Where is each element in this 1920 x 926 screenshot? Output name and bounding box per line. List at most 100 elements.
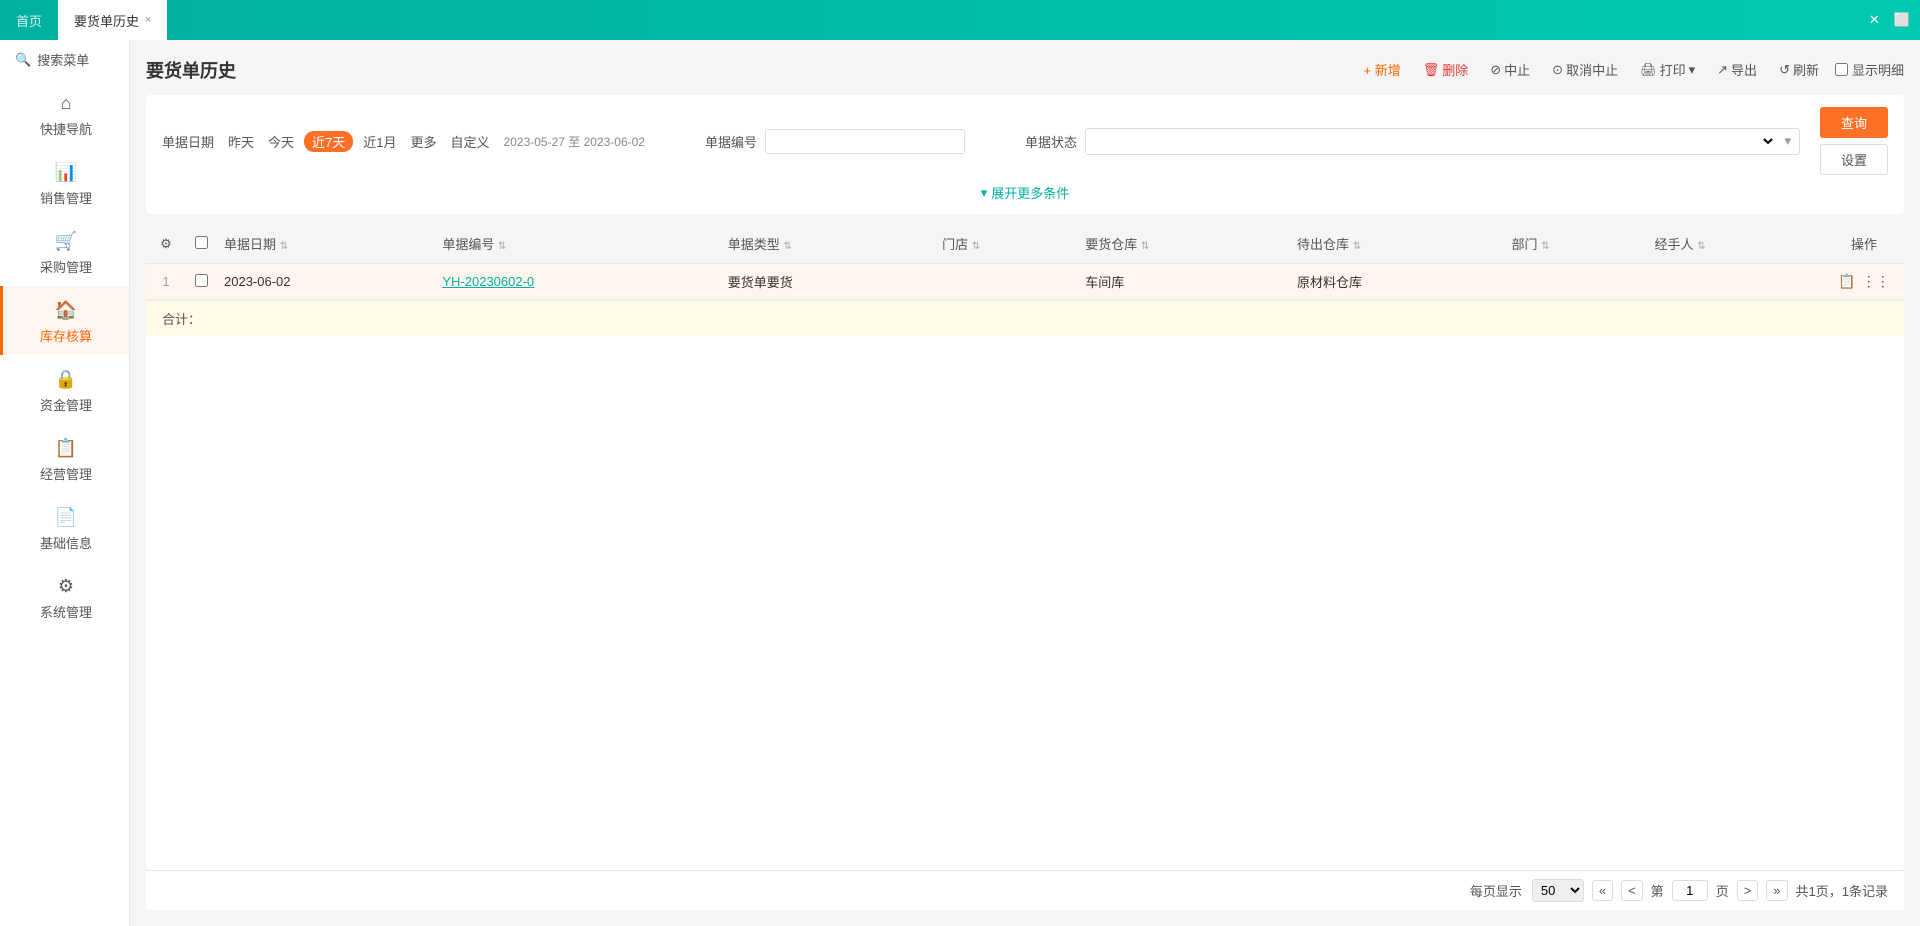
status-filter-select[interactable] bbox=[1086, 129, 1776, 154]
sort-req-warehouse-icon: ⇅ bbox=[1141, 241, 1149, 252]
th-req-warehouse[interactable]: 要货仓库 ⇅ bbox=[1077, 224, 1289, 264]
th-docno[interactable]: 单据编号 ⇅ bbox=[434, 224, 719, 264]
page-first-btn[interactable]: « bbox=[1592, 880, 1613, 901]
docno-link[interactable]: YH-20230602-0 bbox=[442, 274, 534, 289]
cell-req-warehouse: 车间库 bbox=[1077, 264, 1289, 300]
main-layout: 🔍 搜索菜单 ⌂ 快捷导航 📊 销售管理 🛒 采购管理 🏠 库存核算 🔒 资金管… bbox=[0, 40, 1920, 926]
pagination: 每页显示 50 20 100 « < 第 页 > » 共1页，1条记录 bbox=[146, 870, 1904, 910]
select-all-checkbox[interactable] bbox=[195, 236, 208, 249]
sort-date-icon: ⇅ bbox=[280, 241, 288, 252]
operations-icon: 📋 bbox=[55, 438, 77, 459]
action-icons: 📋 ⋮⋮ bbox=[1832, 273, 1896, 290]
toolbar: + 新增 🗑 删除 ⊘ 中止 ⊙ 取消中止 🖨 打印 ▾ bbox=[1357, 56, 1904, 83]
sidebar-item-purchase-label: 采购管理 bbox=[40, 257, 92, 276]
page-next-btn[interactable]: > bbox=[1737, 880, 1759, 901]
cell-doctype: 要货单要货 bbox=[720, 264, 934, 300]
docno-filter-label: 单据编号 bbox=[705, 132, 757, 151]
docno-filter-group: 单据编号 bbox=[705, 129, 965, 154]
delete-button[interactable]: 🗑 删除 bbox=[1417, 56, 1475, 83]
finance-icon: 🔒 bbox=[55, 369, 77, 390]
row-edit-icon[interactable]: 📋 bbox=[1838, 273, 1855, 290]
footer-total-label: 合计： bbox=[162, 312, 201, 327]
purchase-icon: 🛒 bbox=[55, 231, 77, 252]
refresh-icon: ↺ bbox=[1779, 62, 1790, 78]
stop-button[interactable]: ⊘ 中止 bbox=[1484, 56, 1536, 83]
th-dept[interactable]: 部门 ⇅ bbox=[1503, 224, 1646, 264]
date-option-custom[interactable]: 自定义 bbox=[447, 131, 494, 152]
expand-more-btn[interactable]: ▾ 展开更多条件 bbox=[162, 183, 1888, 202]
sidebar-search-label: 搜索菜单 bbox=[37, 50, 89, 69]
sidebar-item-system-mgmt[interactable]: ⚙ 系统管理 bbox=[0, 562, 129, 631]
system-icon: ⚙ bbox=[58, 576, 74, 597]
tab-purchase-history-label: 要货单历史 bbox=[74, 11, 139, 30]
date-option-yesterday[interactable]: 昨天 bbox=[224, 131, 258, 152]
sidebar-item-basic-info[interactable]: 📄 基础信息 bbox=[0, 493, 129, 562]
cell-date: 2023-06-02 bbox=[216, 264, 434, 300]
page-last-btn[interactable]: » bbox=[1766, 880, 1787, 901]
th-date[interactable]: 单据日期 ⇅ bbox=[216, 224, 434, 264]
page-input[interactable] bbox=[1672, 880, 1708, 901]
th-store[interactable]: 门店 ⇅ bbox=[934, 224, 1077, 264]
query-buttons: 查询 设置 bbox=[1820, 107, 1888, 175]
top-bar-right: ✕ ⬜ bbox=[1869, 12, 1920, 28]
page-label: 第 bbox=[1651, 881, 1664, 900]
display-detail-toggle[interactable]: 显示明细 bbox=[1835, 60, 1904, 79]
inventory-icon: 🏠 bbox=[55, 300, 77, 321]
print-dropdown-icon: ▾ bbox=[1689, 62, 1696, 78]
th-gear[interactable]: ⚙ bbox=[146, 224, 186, 264]
filter-settings-button[interactable]: 设置 bbox=[1820, 144, 1888, 175]
date-option-today[interactable]: 今天 bbox=[264, 131, 298, 152]
sidebar-item-inventory-label: 库存核算 bbox=[40, 326, 92, 345]
docno-filter-input[interactable] bbox=[765, 129, 965, 154]
total-info: 共1页，1条记录 bbox=[1796, 881, 1888, 900]
print-icon: 🖨 bbox=[1640, 62, 1657, 78]
sidebar-item-operations-label: 经营管理 bbox=[40, 464, 92, 483]
sidebar-item-quick-nav[interactable]: ⌂ 快捷导航 bbox=[0, 79, 129, 148]
th-pending-warehouse[interactable]: 待出仓库 ⇅ bbox=[1289, 224, 1503, 264]
sidebar-item-finance-label: 资金管理 bbox=[40, 395, 92, 414]
tab-purchase-history-close[interactable]: × bbox=[145, 14, 151, 26]
sidebar-item-inventory[interactable]: 🏠 库存核算 bbox=[0, 286, 129, 355]
sidebar-item-sales-mgmt[interactable]: 📊 销售管理 bbox=[0, 148, 129, 217]
page-size-select[interactable]: 50 20 100 bbox=[1532, 879, 1584, 902]
page-prev-btn[interactable]: < bbox=[1621, 880, 1643, 901]
content: 要货单历史 + 新增 🗑 删除 ⊘ 中止 ⊙ 取消中止 🖨 打印 bbox=[130, 40, 1920, 926]
tab-home[interactable]: 首页 bbox=[0, 0, 58, 40]
expand-icon: ▾ bbox=[981, 185, 988, 201]
cancel-stop-icon: ⊙ bbox=[1552, 62, 1563, 78]
export-button[interactable]: ↗ 导出 bbox=[1711, 56, 1763, 83]
date-option-more[interactable]: 更多 bbox=[407, 131, 441, 152]
sidebar-item-purchase-mgmt[interactable]: 🛒 采购管理 bbox=[0, 217, 129, 286]
sidebar: 🔍 搜索菜单 ⌂ 快捷导航 📊 销售管理 🛒 采购管理 🏠 库存核算 🔒 资金管… bbox=[0, 40, 130, 926]
table-container: ⚙ 单据日期 ⇅ 单据编号 ⇅ 单据类型 bbox=[146, 224, 1904, 870]
page-size-label: 每页显示 bbox=[1470, 881, 1522, 900]
status-select-arrow[interactable]: ▾ bbox=[1776, 133, 1799, 149]
table-footer: 合计： bbox=[146, 300, 1904, 336]
row-more-icon[interactable]: ⋮⋮ bbox=[1862, 273, 1890, 290]
query-button[interactable]: 查询 bbox=[1820, 107, 1888, 138]
display-detail-checkbox[interactable] bbox=[1835, 63, 1848, 76]
date-options: 昨天 今天 近7天 近1月 更多 自定义 bbox=[224, 131, 494, 152]
cancel-stop-button[interactable]: ⊙ 取消中止 bbox=[1546, 56, 1624, 83]
window-maximize-btn[interactable]: ⬜ bbox=[1894, 12, 1910, 28]
date-option-1month[interactable]: 近1月 bbox=[359, 131, 400, 152]
date-filter-label: 单据日期 bbox=[162, 132, 214, 151]
stop-icon: ⊘ bbox=[1490, 62, 1501, 78]
cell-action: 📋 ⋮⋮ bbox=[1824, 264, 1904, 300]
refresh-button[interactable]: ↺ 刷新 bbox=[1773, 56, 1825, 83]
th-doctype[interactable]: 单据类型 ⇅ bbox=[720, 224, 934, 264]
print-button[interactable]: 🖨 打印 ▾ bbox=[1634, 56, 1701, 83]
new-button[interactable]: + 新增 bbox=[1357, 56, 1406, 83]
tab-home-label: 首页 bbox=[16, 11, 42, 30]
row-num: 1 bbox=[146, 264, 186, 300]
sidebar-search[interactable]: 🔍 搜索菜单 bbox=[0, 40, 129, 79]
sidebar-item-operations[interactable]: 📋 经营管理 bbox=[0, 424, 129, 493]
tab-purchase-history[interactable]: 要货单历史 × bbox=[58, 0, 167, 40]
row-checkbox[interactable] bbox=[195, 274, 208, 287]
window-close-btn[interactable]: ✕ bbox=[1869, 12, 1880, 28]
th-handler[interactable]: 经手人 ⇅ bbox=[1647, 224, 1825, 264]
sidebar-item-finance[interactable]: 🔒 资金管理 bbox=[0, 355, 129, 424]
date-option-7days[interactable]: 近7天 bbox=[304, 131, 353, 152]
page-suffix: 页 bbox=[1716, 881, 1729, 900]
sort-docno-icon: ⇅ bbox=[498, 241, 506, 252]
